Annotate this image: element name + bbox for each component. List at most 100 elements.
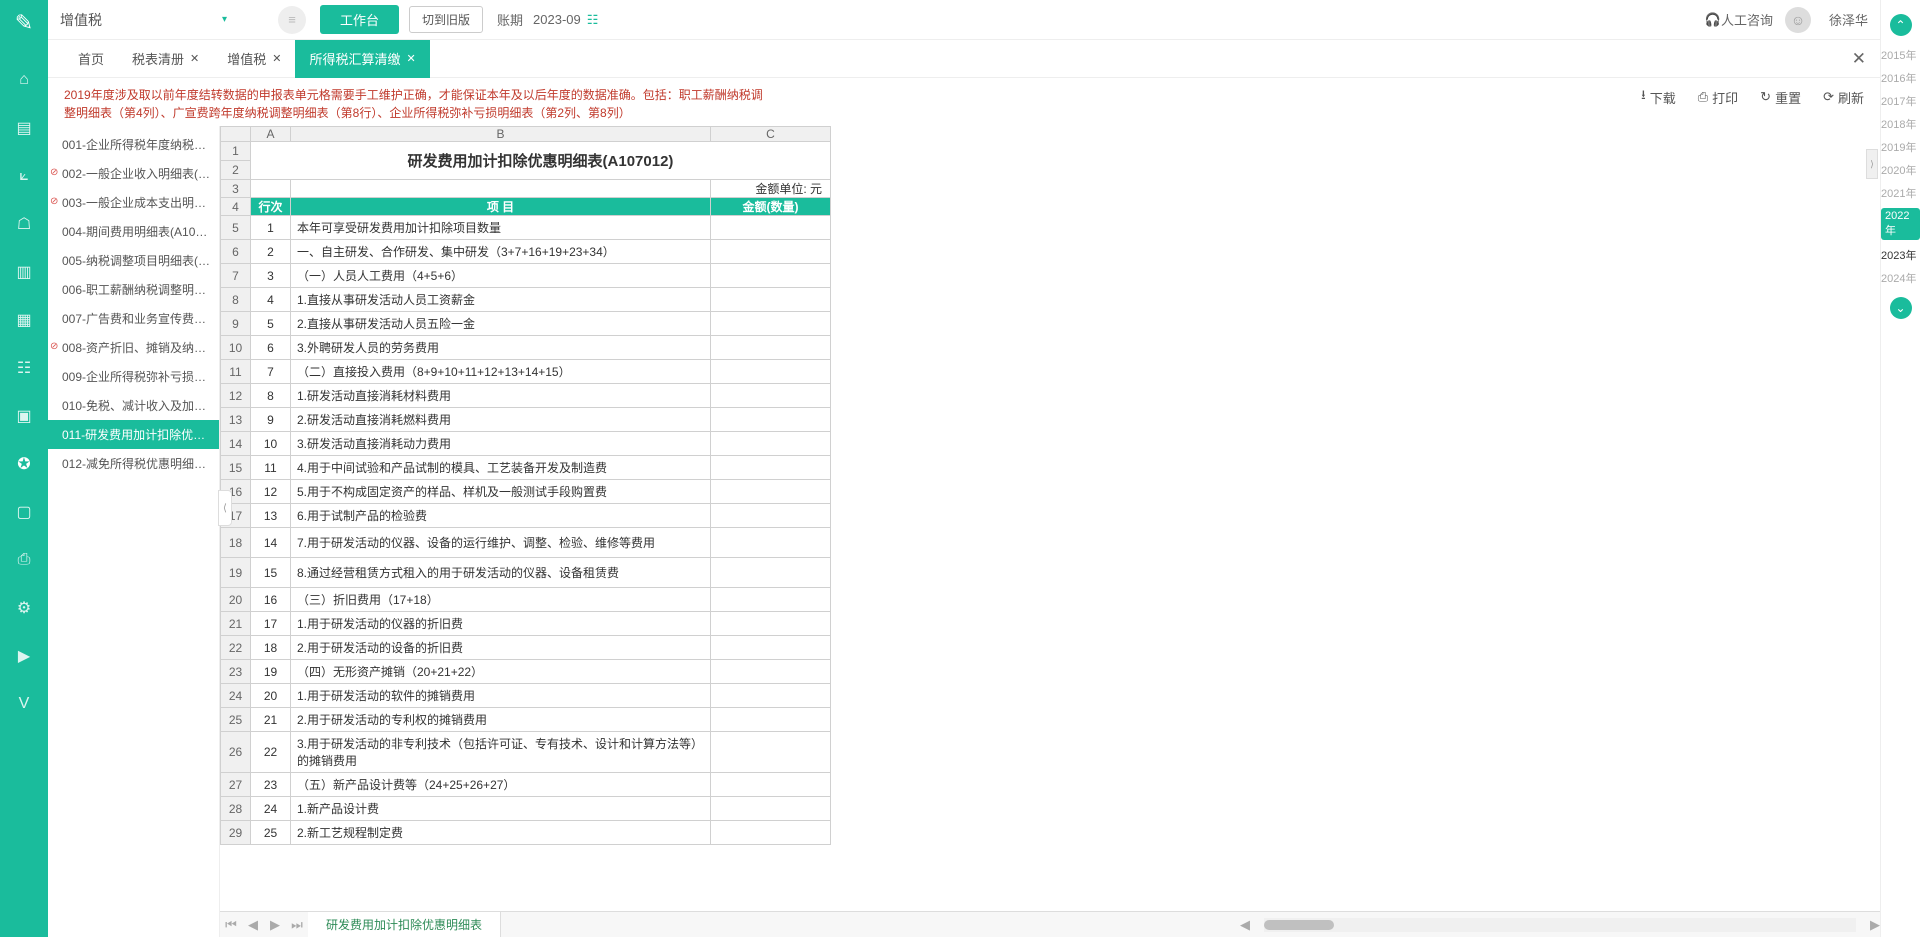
row-header[interactable]: 6 bbox=[221, 240, 251, 264]
nav-print-icon[interactable]: ⎙ bbox=[12, 548, 36, 572]
cell-sn[interactable]: 17 bbox=[251, 612, 291, 636]
close-all-tabs-icon[interactable]: ✕ bbox=[1852, 49, 1866, 69]
cell-sn[interactable]: 18 bbox=[251, 636, 291, 660]
form-nav-item[interactable]: 006-职工薪酬纳税调整明细... bbox=[48, 275, 219, 304]
nav-shirt-icon[interactable]: ☷ bbox=[12, 356, 36, 380]
cell-item[interactable]: 3.外聘研发人员的劳务费用 bbox=[291, 336, 711, 360]
cell-sn[interactable]: 6 bbox=[251, 336, 291, 360]
cell-item[interactable]: （二）直接投入费用（8+9+10+11+12+13+14+15） bbox=[291, 360, 711, 384]
row-header[interactable]: 23 bbox=[221, 660, 251, 684]
row-header[interactable]: 22 bbox=[221, 636, 251, 660]
expand-right-handle[interactable]: ⟩ bbox=[1866, 149, 1878, 179]
row-header[interactable]: 15 bbox=[221, 456, 251, 480]
workbench-button[interactable]: 工作台 bbox=[320, 5, 399, 34]
cell-amount[interactable] bbox=[711, 684, 831, 708]
cell-sn[interactable]: 10 bbox=[251, 432, 291, 456]
print-button[interactable]: ⎙ 打印 bbox=[1698, 86, 1738, 108]
year-item[interactable]: 2024年 bbox=[1881, 270, 1920, 286]
cell-amount[interactable] bbox=[711, 288, 831, 312]
year-item[interactable]: 2021年 bbox=[1881, 185, 1920, 201]
cell-sn[interactable]: 23 bbox=[251, 773, 291, 797]
cell-sn[interactable]: 13 bbox=[251, 504, 291, 528]
row-header[interactable]: 24 bbox=[221, 684, 251, 708]
cell-sn[interactable]: 3 bbox=[251, 264, 291, 288]
reset-button[interactable]: ↻ 重置 bbox=[1760, 86, 1801, 108]
cell-item[interactable]: 1.用于研发活动的仪器的折旧费 bbox=[291, 612, 711, 636]
year-item[interactable]: 2022年 bbox=[1881, 208, 1920, 240]
cell-item[interactable]: 1.直接从事研发活动人员工资薪金 bbox=[291, 288, 711, 312]
cell-amount[interactable] bbox=[711, 240, 831, 264]
cell-sn[interactable]: 11 bbox=[251, 456, 291, 480]
cell-amount[interactable] bbox=[711, 708, 831, 732]
cell-item[interactable]: （一）人员人工费用（4+5+6） bbox=[291, 264, 711, 288]
form-nav-item[interactable]: 012-减免所得税优惠明细表(... bbox=[48, 449, 219, 478]
nav-tax-icon[interactable]: ✪ bbox=[12, 452, 36, 476]
form-nav-item[interactable]: 008-资产折旧、摊销及纳税... bbox=[48, 333, 219, 362]
nav-play-icon[interactable]: ▶ bbox=[12, 644, 36, 668]
col-header-b[interactable]: B bbox=[291, 127, 711, 142]
cell-item[interactable]: 2.新工艺规程制定费 bbox=[291, 821, 711, 845]
horizontal-scrollbar[interactable]: ◀▶ bbox=[1240, 917, 1880, 933]
col-header-a[interactable]: A bbox=[251, 127, 291, 142]
cell-item[interactable]: （四）无形资产摊销（20+21+22） bbox=[291, 660, 711, 684]
cell-item[interactable]: 4.用于中间试验和产品试制的模具、工艺装备开发及制造费 bbox=[291, 456, 711, 480]
cell-item[interactable]: （五）新产品设计费等（24+25+26+27） bbox=[291, 773, 711, 797]
cell-amount[interactable] bbox=[711, 558, 831, 588]
cell-item[interactable]: 7.用于研发活动的仪器、设备的运行维护、调整、检验、维修等费用 bbox=[291, 528, 711, 558]
cell-sn[interactable]: 21 bbox=[251, 708, 291, 732]
download-button[interactable]: ⭳ 下载 bbox=[1641, 86, 1676, 108]
year-scroll-down-icon[interactable]: ⌄ bbox=[1890, 297, 1912, 319]
row-header[interactable]: 12 bbox=[221, 384, 251, 408]
cell-sn[interactable]: 7 bbox=[251, 360, 291, 384]
row-header[interactable]: 19 bbox=[221, 558, 251, 588]
support-link[interactable]: 🎧 人工咨询 bbox=[1705, 10, 1773, 29]
cell-amount[interactable] bbox=[711, 588, 831, 612]
year-item[interactable]: 2017年 bbox=[1881, 93, 1920, 109]
circle-button[interactable]: ≡ bbox=[278, 6, 306, 34]
year-item[interactable]: 2015年 bbox=[1881, 47, 1920, 63]
cell-sn[interactable]: 4 bbox=[251, 288, 291, 312]
cell-amount[interactable] bbox=[711, 264, 831, 288]
page-tab[interactable]: 增值税✕ bbox=[213, 40, 295, 78]
cell-item[interactable]: 2.研发活动直接消耗燃料费用 bbox=[291, 408, 711, 432]
cell-amount[interactable] bbox=[711, 612, 831, 636]
row-header[interactable]: 9 bbox=[221, 312, 251, 336]
spreadsheet[interactable]: A B C 1研发费用加计扣除优惠明细表(A107012) 2 3金额单位: 元… bbox=[220, 126, 831, 845]
cell-item[interactable]: 一、自主研发、合作研发、集中研发（3+7+16+19+23+34） bbox=[291, 240, 711, 264]
cell-amount[interactable] bbox=[711, 636, 831, 660]
nav-clipboard-icon[interactable]: ▥ bbox=[12, 260, 36, 284]
cell-amount[interactable] bbox=[711, 216, 831, 240]
row-header[interactable]: 10 bbox=[221, 336, 251, 360]
cell-sn[interactable]: 12 bbox=[251, 480, 291, 504]
form-nav-item[interactable]: 011-研发费用加计扣除优惠... bbox=[48, 420, 219, 449]
form-nav-item[interactable]: 002-一般企业收入明细表(A... bbox=[48, 159, 219, 188]
user-name[interactable]: 徐泽华 bbox=[1829, 10, 1868, 29]
cell-sn[interactable]: 19 bbox=[251, 660, 291, 684]
cell-sn[interactable]: 25 bbox=[251, 821, 291, 845]
row-header[interactable]: 5 bbox=[221, 216, 251, 240]
cell-item[interactable]: 2.用于研发活动的专利权的摊销费用 bbox=[291, 708, 711, 732]
row-header[interactable]: 13 bbox=[221, 408, 251, 432]
row-header[interactable]: 27 bbox=[221, 773, 251, 797]
cell-item[interactable]: 1.研发活动直接消耗材料费用 bbox=[291, 384, 711, 408]
cell-item[interactable]: （三）折旧费用（17+18） bbox=[291, 588, 711, 612]
cell-item[interactable]: 5.用于不构成固定资产的样品、样机及一般测试手段购置费 bbox=[291, 480, 711, 504]
cell-amount[interactable] bbox=[711, 528, 831, 558]
cell-item[interactable]: 2.直接从事研发活动人员五险一金 bbox=[291, 312, 711, 336]
cell-item[interactable]: 8.通过经营租赁方式租入的用于研发活动的仪器、设备租赁费 bbox=[291, 558, 711, 588]
cell-item[interactable]: 2.用于研发活动的设备的折旧费 bbox=[291, 636, 711, 660]
refresh-button[interactable]: ⟳ 刷新 bbox=[1823, 86, 1864, 108]
calendar-icon[interactable]: ☷ bbox=[587, 12, 599, 28]
nav-calendar-icon[interactable]: ▣ bbox=[12, 404, 36, 428]
row-header[interactable]: 26 bbox=[221, 732, 251, 773]
collapse-sidebar-handle[interactable]: ⟨ bbox=[218, 490, 232, 526]
year-item[interactable]: 2019年 bbox=[1881, 139, 1920, 155]
cell-amount[interactable] bbox=[711, 408, 831, 432]
user-avatar-icon[interactable]: ☺ bbox=[1785, 7, 1811, 33]
nav-archive-icon[interactable]: ▢ bbox=[12, 500, 36, 524]
cell-sn[interactable]: 14 bbox=[251, 528, 291, 558]
cell-amount[interactable] bbox=[711, 732, 831, 773]
cell-amount[interactable] bbox=[711, 797, 831, 821]
nav-bag-icon[interactable]: ☖ bbox=[12, 212, 36, 236]
row-header[interactable]: 21 bbox=[221, 612, 251, 636]
